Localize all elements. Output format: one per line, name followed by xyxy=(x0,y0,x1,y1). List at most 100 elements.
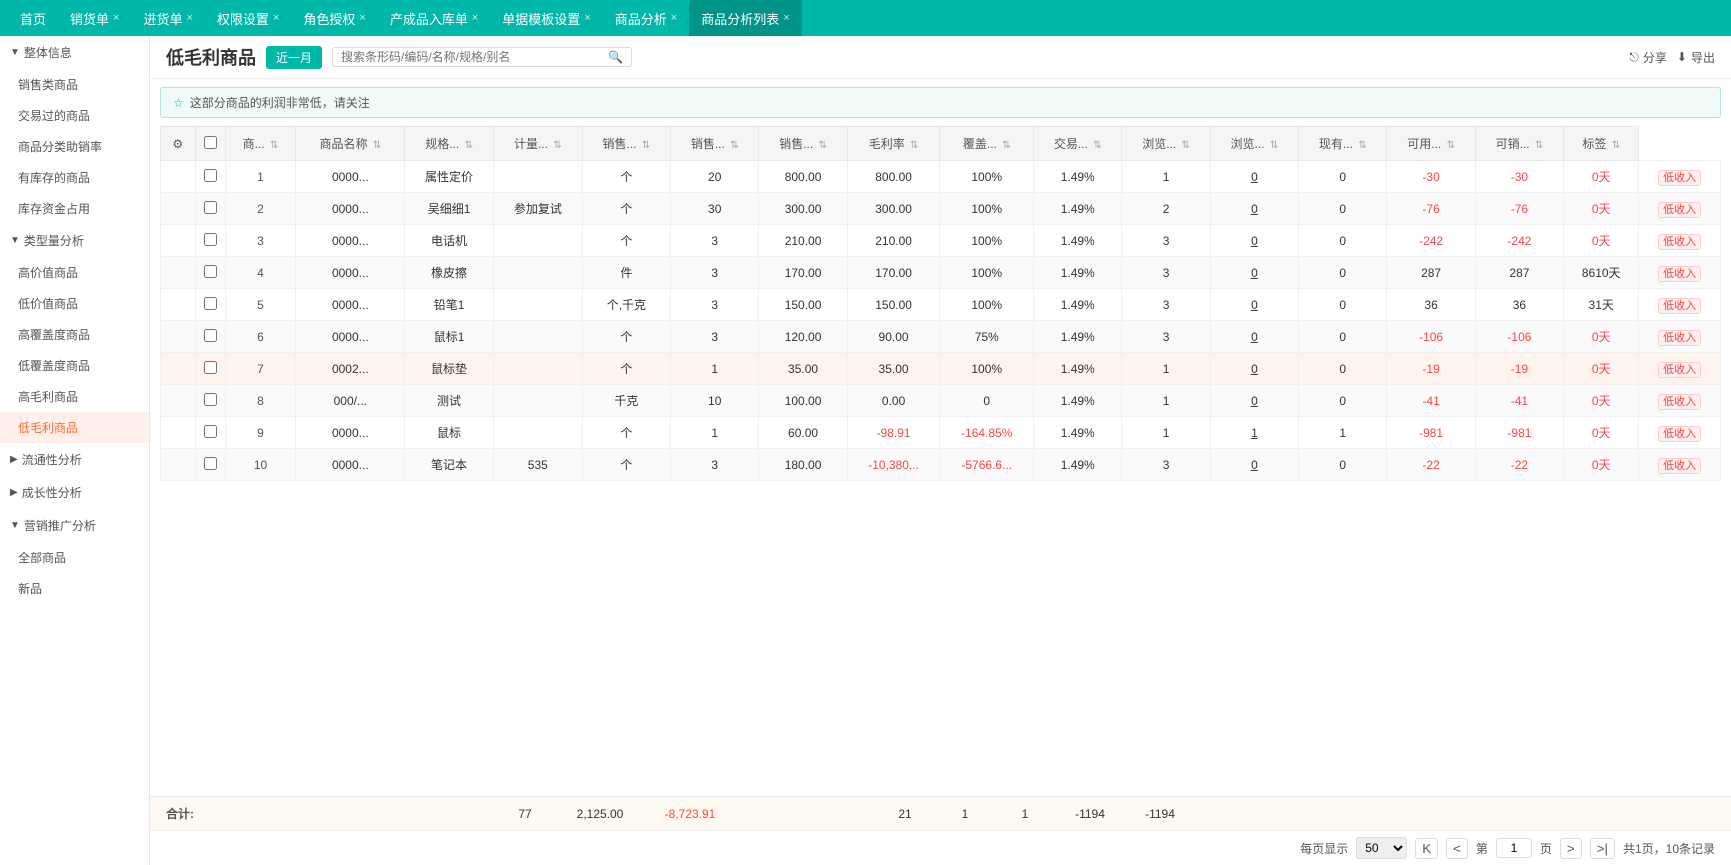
row-select-checkbox[interactable] xyxy=(204,457,217,470)
col-sales-profit[interactable]: 销售... ⇅ xyxy=(759,127,847,161)
row-browse1[interactable]: 0 xyxy=(1210,289,1298,321)
col-transactions[interactable]: 交易... ⇅ xyxy=(1034,127,1122,161)
sidebar-item-low-margin[interactable]: 低毛利商品 xyxy=(0,412,149,443)
nav-home[interactable]: 首页 xyxy=(8,0,58,36)
col-name[interactable]: 商品名称 ⇅ xyxy=(296,127,405,161)
sidebar-item-low-value[interactable]: 低价值商品 xyxy=(0,288,149,319)
row-select-checkbox[interactable] xyxy=(204,393,217,406)
row-checkbox[interactable] xyxy=(195,321,225,353)
close-icon[interactable]: × xyxy=(273,12,279,24)
close-icon[interactable]: × xyxy=(584,12,590,24)
sidebar-item-sales-products[interactable]: 销售类商品 xyxy=(0,69,149,100)
row-browse1[interactable]: 1 xyxy=(1210,417,1298,449)
col-gross-margin[interactable]: 毛利率 ⇅ xyxy=(847,127,940,161)
close-icon[interactable]: × xyxy=(472,12,478,24)
row-sales-qty: 3 xyxy=(671,289,759,321)
prev-page-button[interactable]: < xyxy=(1446,838,1468,859)
row-select-checkbox[interactable] xyxy=(204,329,217,342)
row-select-checkbox[interactable] xyxy=(204,169,217,182)
nav-template[interactable]: 单据模板设置 × xyxy=(490,0,602,36)
row-checkbox[interactable] xyxy=(195,161,225,193)
row-available: -30 xyxy=(1475,161,1563,193)
close-icon[interactable]: × xyxy=(113,12,119,24)
col-sales-price[interactable]: 销售... ⇅ xyxy=(671,127,759,161)
nav-product-analysis[interactable]: 商品分析 × xyxy=(603,0,689,36)
row-select-checkbox[interactable] xyxy=(204,233,217,246)
search-input[interactable] xyxy=(341,50,608,64)
sidebar-item-in-stock[interactable]: 有库存的商品 xyxy=(0,162,149,193)
select-all-checkbox[interactable] xyxy=(204,136,217,149)
row-select-checkbox[interactable] xyxy=(204,297,217,310)
sidebar-item-low-coverage[interactable]: 低覆盖度商品 xyxy=(0,350,149,381)
close-icon[interactable]: × xyxy=(671,12,677,24)
nav-analysis-list[interactable]: 商品分析列表 × xyxy=(689,0,801,36)
col-checkbox[interactable] xyxy=(195,127,225,161)
sidebar-item-category-sales-rate[interactable]: 商品分类助销率 xyxy=(0,131,149,162)
sidebar-group-marketing[interactable]: ▼ 营销推广分析 xyxy=(0,509,149,542)
sidebar-item-all-products[interactable]: 全部商品 xyxy=(0,542,149,573)
row-browse1[interactable]: 0 xyxy=(1210,225,1298,257)
row-checkbox[interactable] xyxy=(195,289,225,321)
row-browse1[interactable]: 0 xyxy=(1210,161,1298,193)
sidebar-item-stock-capital[interactable]: 库存资金占用 xyxy=(0,193,149,224)
row-select-checkbox[interactable] xyxy=(204,201,217,214)
row-browse1[interactable]: 0 xyxy=(1210,193,1298,225)
close-icon[interactable]: × xyxy=(186,12,192,24)
col-coverage[interactable]: 覆盖... ⇅ xyxy=(940,127,1034,161)
first-page-button[interactable]: K xyxy=(1415,838,1438,859)
nav-permission[interactable]: 权限设置 × xyxy=(205,0,291,36)
sidebar-item-traded-products[interactable]: 交易过的商品 xyxy=(0,100,149,131)
row-browse1[interactable]: 0 xyxy=(1210,321,1298,353)
col-tag[interactable]: 标签 ⇅ xyxy=(1564,127,1639,161)
row-checkbox[interactable] xyxy=(195,225,225,257)
sidebar-item-new-products[interactable]: 新品 xyxy=(0,573,149,604)
export-button[interactable]: ⬇ 导出 xyxy=(1677,49,1715,66)
nav-role-auth[interactable]: 角色授权 × xyxy=(291,0,377,36)
close-icon[interactable]: × xyxy=(359,12,365,24)
table-row: 4 0000... 橡皮擦 件 3 170.00 170.00 100% 1.4… xyxy=(161,257,1721,289)
row-checkbox[interactable] xyxy=(195,449,225,481)
col-saleable[interactable]: 可销... ⇅ xyxy=(1475,127,1563,161)
col-code[interactable]: 商... ⇅ xyxy=(225,127,296,161)
nav-sales[interactable]: 销货单 × xyxy=(58,0,131,36)
col-sales-qty[interactable]: 销售... ⇅ xyxy=(582,127,670,161)
share-button[interactable]: ⎋ 分享 xyxy=(1629,49,1667,66)
row-browse1[interactable]: 0 xyxy=(1210,385,1298,417)
sidebar-item-high-coverage[interactable]: 高覆盖度商品 xyxy=(0,319,149,350)
sidebar-item-high-value[interactable]: 高价值商品 xyxy=(0,257,149,288)
search-icon[interactable]: 🔍 xyxy=(608,50,623,64)
last-page-button[interactable]: >| xyxy=(1590,838,1615,859)
col-available[interactable]: 可用... ⇅ xyxy=(1387,127,1475,161)
row-transactions: 3 xyxy=(1122,321,1210,353)
sidebar-group-type-analysis[interactable]: ▼ 类型量分析 xyxy=(0,224,149,257)
row-checkbox[interactable] xyxy=(195,193,225,225)
date-filter-button[interactable]: 近一月 xyxy=(266,46,322,69)
nav-product-entry[interactable]: 产成品入库单 × xyxy=(378,0,490,36)
row-browse1[interactable]: 0 xyxy=(1210,257,1298,289)
col-spec[interactable]: 规格... ⇅ xyxy=(405,127,494,161)
col-browse1[interactable]: 浏览... ⇅ xyxy=(1122,127,1210,161)
row-checkbox[interactable] xyxy=(195,417,225,449)
row-checkbox[interactable] xyxy=(195,385,225,417)
row-browse1[interactable]: 0 xyxy=(1210,353,1298,385)
row-select-checkbox[interactable] xyxy=(204,265,217,278)
col-current-stock[interactable]: 现有... ⇅ xyxy=(1299,127,1387,161)
col-settings[interactable]: ⚙ xyxy=(161,127,196,161)
sidebar-group-growth[interactable]: ▶ 成长性分析 xyxy=(0,476,149,509)
col-unit[interactable]: 计量... ⇅ xyxy=(493,127,582,161)
sidebar-group-overall[interactable]: ▼ 整体信息 xyxy=(0,36,149,69)
close-icon[interactable]: × xyxy=(783,12,789,24)
row-available: -106 xyxy=(1475,321,1563,353)
row-select-checkbox[interactable] xyxy=(204,361,217,374)
row-checkbox[interactable] xyxy=(195,257,225,289)
row-select-checkbox[interactable] xyxy=(204,425,217,438)
sidebar-item-high-margin[interactable]: 高毛利商品 xyxy=(0,381,149,412)
page-input[interactable] xyxy=(1496,838,1532,858)
row-checkbox[interactable] xyxy=(195,353,225,385)
sidebar-group-circulation[interactable]: ▶ 流通性分析 xyxy=(0,443,149,476)
page-size-select[interactable]: 50 100 200 xyxy=(1356,837,1407,859)
nav-purchase[interactable]: 进货单 × xyxy=(131,0,204,36)
col-browse2[interactable]: 浏览... ⇅ xyxy=(1210,127,1298,161)
row-browse1[interactable]: 0 xyxy=(1210,449,1298,481)
next-page-button[interactable]: > xyxy=(1560,838,1582,859)
